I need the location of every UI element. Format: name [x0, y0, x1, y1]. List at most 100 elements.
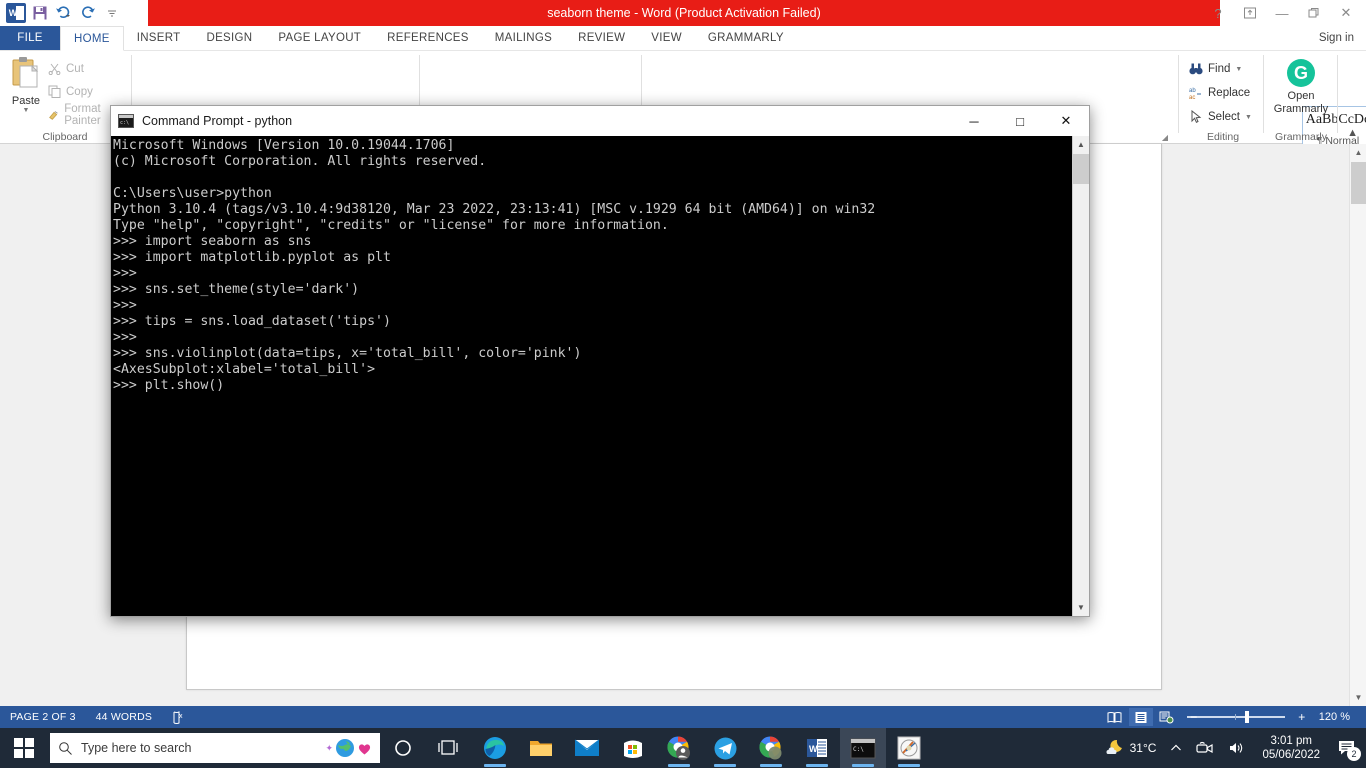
cmd-close-button[interactable]: ✕ [1043, 106, 1089, 136]
chevron-up-icon [1171, 744, 1182, 751]
ribbon-display-options-icon[interactable] [1234, 0, 1266, 26]
taskbar-command-prompt-icon[interactable]: C:\ [840, 728, 886, 768]
cmd-scroll-up-icon[interactable]: ▲ [1073, 136, 1089, 153]
svg-text:x: x [179, 713, 183, 720]
taskbar-task-view-icon[interactable] [426, 728, 472, 768]
cmd-maximize-button[interactable]: □ [997, 106, 1043, 136]
word-count[interactable]: 44 WORDS [86, 711, 162, 723]
cmd-line: <AxesSubplot:xlabel='total_bill'> [113, 362, 376, 377]
cut-button[interactable]: Cut [48, 57, 130, 80]
cmd-scroll-down-icon[interactable]: ▼ [1073, 599, 1089, 616]
web-layout-icon[interactable] [1155, 708, 1179, 726]
meet-now-icon [1196, 741, 1214, 754]
zoom-level[interactable]: 120 % [1311, 711, 1358, 723]
cmd-line: >>> import seaborn as sns [113, 234, 312, 249]
cmd-line: >>> plt.show() [113, 378, 225, 393]
styles-dialog-launcher-icon[interactable]: ◢ [1162, 133, 1168, 142]
page-indicator[interactable]: PAGE 2 OF 3 [0, 711, 86, 723]
cmd-line: Microsoft Windows [Version 10.0.19044.17… [113, 138, 455, 153]
tab-view[interactable]: VIEW [638, 26, 695, 50]
collapse-ribbon-icon[interactable]: ▲ [1347, 127, 1358, 139]
copy-icon [48, 85, 61, 98]
search-icon [59, 741, 72, 755]
tab-references[interactable]: REFERENCES [374, 26, 482, 50]
chevron-down-icon[interactable]: ▼ [1235, 66, 1242, 73]
partly-cloudy-night-icon [1106, 739, 1122, 754]
chevron-down-icon[interactable]: ▼ [1245, 114, 1252, 121]
tab-insert[interactable]: INSERT [124, 26, 194, 50]
zoom-in-button[interactable]: + [1295, 708, 1309, 726]
find-button[interactable]: Find ▼ [1189, 57, 1252, 81]
command-prompt-window[interactable]: c:\ Command Prompt - python ─ □ ✕ Micros… [110, 105, 1090, 617]
redo-icon[interactable] [77, 2, 99, 24]
document-scrollbar[interactable]: ▲ ▼ [1349, 144, 1366, 706]
help-icon[interactable]: ? [1202, 0, 1234, 26]
start-button[interactable] [0, 728, 48, 768]
word-status-bar: PAGE 2 OF 3 44 WORDS x − + 120 % [0, 706, 1366, 728]
word-title-bar: W seaborn theme - Word (Product Activati… [0, 0, 1366, 26]
print-layout-icon[interactable] [1128, 708, 1153, 726]
zoom-out-button[interactable]: − [1187, 708, 1201, 726]
taskbar-microsoft-edge-icon[interactable] [472, 728, 518, 768]
cmd-console-output[interactable]: Microsoft Windows [Version 10.0.19044.17… [111, 136, 1072, 616]
cmd-scrollbar-thumb[interactable] [1073, 154, 1089, 184]
tab-home[interactable]: HOME [60, 26, 124, 51]
minimize-button[interactable]: — [1266, 0, 1298, 26]
notification-center-button[interactable]: 2 [1332, 728, 1362, 768]
cmd-icon-text: c:\ [120, 120, 130, 126]
editing-group-label: Editing [1206, 131, 1240, 143]
windows-taskbar: Type here to search ✦ W C:\ 31°C 3:01 pm… [0, 728, 1366, 768]
cmd-line: (c) Microsoft Corporation. All rights re… [113, 154, 487, 169]
zoom-thumb[interactable] [1244, 711, 1249, 723]
sign-in-link[interactable]: Sign in [1319, 26, 1366, 50]
save-icon[interactable] [29, 2, 51, 24]
tab-grammarly[interactable]: GRAMMARLY [695, 26, 797, 50]
taskbar-cortana-icon[interactable] [380, 728, 426, 768]
scissors-icon [48, 63, 61, 75]
cmd-title-bar[interactable]: c:\ Command Prompt - python ─ □ ✕ [111, 106, 1089, 136]
cmd-line: >>> import matplotlib.pyplot as plt [113, 250, 391, 265]
ribbon-separator [1178, 55, 1179, 133]
paste-button[interactable]: Paste ▼ [8, 55, 44, 114]
taskbar-google-chrome-icon[interactable] [748, 728, 794, 768]
taskbar-clock[interactable]: 3:01 pm 05/06/2022 [1256, 734, 1326, 762]
tab-page-layout[interactable]: PAGE LAYOUT [265, 26, 374, 50]
taskbar-microsoft-word-icon[interactable]: W [794, 728, 840, 768]
close-button[interactable]: ✕ [1330, 0, 1362, 26]
taskbar-paint-icon[interactable] [886, 728, 932, 768]
customize-quick-access-icon[interactable] [101, 2, 123, 24]
undo-icon[interactable] [53, 2, 75, 24]
open-grammarly-button[interactable]: G Open Grammarly [1266, 59, 1336, 116]
tab-design[interactable]: DESIGN [193, 26, 265, 50]
replace-button[interactable]: ab ac Replace [1189, 81, 1252, 105]
scroll-down-icon[interactable]: ▼ [1350, 689, 1366, 706]
restore-button[interactable] [1298, 0, 1330, 26]
zoom-slider[interactable] [1186, 708, 1285, 726]
grammarly-logo-icon: G [1287, 59, 1315, 87]
search-box[interactable]: Type here to search ✦ [50, 733, 380, 763]
taskbar-file-explorer-icon[interactable] [518, 728, 564, 768]
select-button[interactable]: Select ▼ [1189, 105, 1252, 129]
taskbar-telegram-icon[interactable] [702, 728, 748, 768]
weather-widget[interactable]: 31°C [1101, 738, 1161, 758]
meet-now-button[interactable] [1192, 741, 1218, 755]
tab-mailings[interactable]: MAILINGS [482, 26, 565, 50]
speaker-icon [1230, 743, 1243, 753]
taskbar-google-chrome-profile-icon[interactable] [656, 728, 702, 768]
read-mode-icon[interactable] [1103, 708, 1127, 726]
scroll-up-icon[interactable]: ▲ [1350, 144, 1366, 161]
cmd-line: >>> sns.violinplot(data=tips, x='total_b… [113, 346, 582, 361]
cmd-minimize-button[interactable]: ─ [951, 106, 997, 136]
paste-icon [12, 57, 39, 88]
tab-review[interactable]: REVIEW [565, 26, 638, 50]
taskbar-mail-icon[interactable] [564, 728, 610, 768]
cmd-scrollbar[interactable]: ▲ ▼ [1072, 136, 1089, 616]
proofing-status-icon[interactable]: x [162, 710, 196, 724]
taskbar-microsoft-store-icon[interactable] [610, 728, 656, 768]
copy-button[interactable]: Copy [48, 80, 130, 103]
clock-time: 3:01 pm [1270, 735, 1312, 747]
scrollbar-thumb[interactable] [1351, 162, 1366, 204]
volume-button[interactable] [1224, 741, 1250, 755]
tab-file[interactable]: FILE [0, 26, 60, 50]
show-hidden-icons-button[interactable] [1166, 742, 1186, 754]
